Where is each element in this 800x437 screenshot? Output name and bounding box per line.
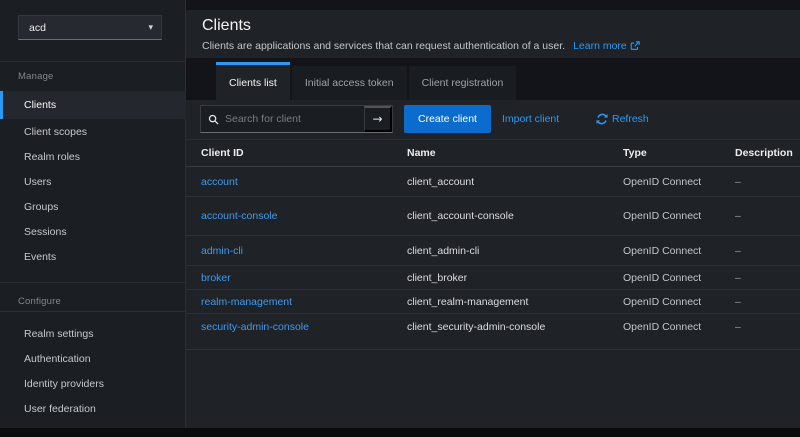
sidebar-item-label: Authentication: [24, 352, 91, 365]
sidebar-item-identity-providers[interactable]: Identity providers: [0, 371, 186, 396]
page-header: Clients Clients are applications and ser…: [186, 10, 800, 58]
client-name: client_security-admin-console: [407, 321, 546, 333]
table-row: realm-management client_realm-management…: [186, 290, 800, 314]
client-description: –: [735, 296, 741, 308]
sidebar-item-users[interactable]: Users: [0, 169, 186, 194]
tab-client-registration[interactable]: Client registration: [408, 66, 517, 100]
tab-clients-list[interactable]: Clients list: [216, 62, 290, 100]
nav-section-label-configure: Configure: [18, 296, 61, 307]
client-type: OpenID Connect: [623, 176, 702, 188]
create-client-button[interactable]: Create client: [404, 105, 491, 133]
nav-section-label-manage: Manage: [18, 71, 54, 82]
sidebar-item-label: Realm settings: [24, 327, 94, 340]
client-description: –: [735, 321, 741, 333]
sidebar-item-label: Clients: [24, 99, 57, 111]
sidebar-item-label: Groups: [24, 200, 59, 213]
nav-group-manage: Clients Client scopes Realm roles Users …: [0, 91, 186, 269]
column-header-type: Type: [623, 147, 647, 159]
sidebar-item-sessions[interactable]: Sessions: [0, 219, 186, 244]
sidebar-item-user-federation[interactable]: User federation: [0, 396, 186, 421]
table-row: broker client_broker OpenID Connect –: [186, 266, 800, 290]
table-row: admin-cli client_admin-cli OpenID Connec…: [186, 236, 800, 266]
toolbar: → Create client Import client Refresh: [186, 105, 800, 133]
table-row: security-admin-console client_security-a…: [186, 314, 800, 350]
tab-initial-access-token[interactable]: Initial access token: [291, 66, 407, 100]
client-type: OpenID Connect: [623, 296, 702, 308]
refresh-label: Refresh: [612, 113, 649, 125]
client-name: client_account-console: [407, 210, 514, 222]
top-strip: [186, 0, 800, 10]
table-row: account client_account OpenID Connect –: [186, 167, 800, 197]
client-description: –: [735, 245, 741, 257]
sidebar-item-realm-roles[interactable]: Realm roles: [0, 144, 186, 169]
sidebar: acd ▾ Manage Clients Client scopes Realm…: [0, 0, 186, 428]
column-header-client-id: Client ID: [201, 147, 244, 159]
sidebar-item-label: User federation: [24, 402, 96, 415]
table-row: account-console client_account-console O…: [186, 197, 800, 236]
client-name: client_account: [407, 176, 475, 188]
sidebar-item-label: Client scopes: [24, 125, 88, 138]
client-description: –: [735, 176, 741, 188]
nav-group-configure: Realm settings Authentication Identity p…: [0, 321, 186, 421]
client-type: OpenID Connect: [623, 210, 702, 222]
import-client-link[interactable]: Import client: [502, 105, 559, 133]
client-type: OpenID Connect: [623, 321, 702, 333]
client-id-link[interactable]: admin-cli: [186, 236, 392, 265]
search-submit-button[interactable]: →: [364, 106, 392, 132]
client-id-link[interactable]: realm-management: [186, 290, 392, 313]
column-header-name: Name: [407, 147, 436, 159]
sidebar-divider: [0, 282, 186, 283]
page-title: Clients: [202, 17, 251, 34]
refresh-icon: [596, 113, 608, 125]
search-icon: [208, 114, 219, 125]
sidebar-item-label: Sessions: [24, 225, 67, 238]
realm-selector-dropdown[interactable]: acd ▾: [18, 15, 162, 40]
client-description: –: [735, 210, 741, 222]
table-header-row: Client ID Name Type Description: [186, 140, 800, 167]
sidebar-item-label: Realm roles: [24, 150, 81, 163]
tab-label: Initial access token: [304, 77, 394, 89]
client-type: OpenID Connect: [623, 245, 702, 257]
tab-bar: Clients list Initial access token Client…: [186, 58, 800, 100]
client-name: client_admin-cli: [407, 245, 480, 257]
sidebar-item-clients[interactable]: Clients: [0, 91, 186, 119]
bottom-strip: [0, 428, 800, 437]
chevron-down-icon: ▾: [148, 22, 153, 32]
learn-more-link[interactable]: Learn more: [573, 40, 640, 52]
client-id-link[interactable]: account-console: [186, 197, 392, 235]
clients-table: Client ID Name Type Description account …: [186, 139, 800, 350]
sidebar-item-groups[interactable]: Groups: [0, 194, 186, 219]
learn-more-label: Learn more: [573, 40, 627, 52]
client-name: client_realm-management: [407, 296, 529, 308]
refresh-link[interactable]: Refresh: [596, 105, 649, 133]
realm-name: acd: [29, 21, 46, 34]
search-input[interactable]: [219, 113, 364, 125]
column-header-description: Description: [735, 147, 793, 159]
client-id-link[interactable]: account: [186, 167, 392, 196]
sidebar-item-label: Events: [24, 250, 57, 263]
sidebar-divider: [0, 61, 186, 62]
sidebar-item-label: Identity providers: [24, 377, 104, 390]
page-description: Clients are applications and services th…: [202, 40, 566, 52]
search-box: [201, 106, 364, 132]
sidebar-item-label: Users: [24, 175, 52, 188]
client-description: –: [735, 272, 741, 284]
sidebar-item-authentication[interactable]: Authentication: [0, 346, 186, 371]
tab-label: Clients list: [229, 76, 277, 89]
client-id-link[interactable]: broker: [186, 266, 392, 289]
client-id-link[interactable]: security-admin-console: [186, 314, 392, 349]
client-name: client_broker: [407, 272, 468, 284]
sidebar-divider: [0, 311, 186, 312]
client-type: OpenID Connect: [623, 272, 702, 284]
sidebar-item-client-scopes[interactable]: Client scopes: [0, 119, 186, 144]
import-client-label: Import client: [502, 113, 560, 125]
search-group: →: [200, 105, 393, 133]
sidebar-item-events[interactable]: Events: [0, 244, 186, 269]
keycloak-admin-console: acd ▾ Manage Clients Client scopes Realm…: [0, 0, 800, 437]
tab-label: Client registration: [421, 77, 504, 89]
clients-list-panel: → Create client Import client Refresh Cl…: [186, 100, 800, 428]
external-link-icon: [630, 41, 640, 50]
sidebar-item-realm-settings[interactable]: Realm settings: [0, 321, 186, 346]
